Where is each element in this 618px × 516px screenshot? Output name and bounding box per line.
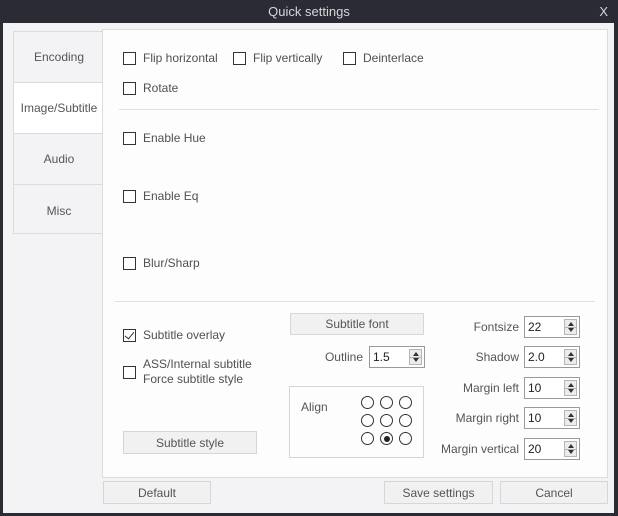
checkbox-box: [123, 257, 136, 270]
checkbox-label: ASS/Internal subtitle Force subtitle sty…: [143, 357, 252, 387]
shadow-label: Shadow: [475, 350, 519, 364]
subtitle-overlay-checkbox[interactable]: Subtitle overlay: [123, 328, 225, 343]
enable-hue-checkbox[interactable]: Enable Hue: [123, 131, 206, 146]
arrow-up-icon[interactable]: [568, 383, 574, 387]
checkbox-label: Flip horizontal: [143, 51, 218, 65]
spinbox-value: 10: [528, 411, 542, 425]
spin-arrows[interactable]: [564, 380, 577, 396]
arrow-down-icon[interactable]: [568, 389, 574, 393]
spin-arrows[interactable]: [564, 319, 577, 335]
align-radio[interactable]: [361, 414, 374, 427]
spinbox-value: 10: [528, 381, 542, 395]
spin-arrows[interactable]: [564, 410, 577, 426]
checkbox-label: Subtitle overlay: [143, 328, 226, 342]
arrow-down-icon[interactable]: [413, 358, 419, 362]
checkbox-box: [343, 52, 356, 65]
checkbox-box: [123, 132, 136, 145]
deinterlace-checkbox[interactable]: Deinterlace: [343, 51, 424, 66]
enable-eq-checkbox[interactable]: Enable Eq: [123, 189, 198, 204]
align-radio[interactable]: [380, 396, 393, 409]
arrow-down-icon[interactable]: [568, 450, 574, 454]
checkbox-box: [233, 52, 246, 65]
divider: [115, 301, 595, 302]
align-radio[interactable]: [361, 432, 374, 445]
arrow-down-icon[interactable]: [568, 419, 574, 423]
rotate-checkbox[interactable]: Rotate: [123, 81, 178, 96]
checkbox-box: [123, 82, 136, 95]
divider: [119, 109, 599, 110]
shadow-spinbox[interactable]: 2.0: [524, 346, 580, 368]
checkbox-label: Enable Hue: [143, 131, 206, 145]
checkbox-label: Flip vertically: [253, 51, 323, 65]
align-radio[interactable]: [361, 396, 374, 409]
arrow-up-icon[interactable]: [568, 352, 574, 356]
align-radio[interactable]: [399, 396, 412, 409]
align-radio[interactable]: [399, 414, 412, 427]
tab-audio[interactable]: Audio: [14, 134, 104, 185]
margin-vertical-label: Margin vertical: [440, 442, 519, 456]
flip-horizontal-checkbox[interactable]: Flip horizontal: [123, 51, 218, 66]
spinbox-value: 22: [528, 320, 542, 334]
arrow-up-icon[interactable]: [568, 444, 574, 448]
arrow-up-icon[interactable]: [413, 352, 419, 356]
spinbox-value: 1.5: [373, 350, 390, 364]
blur-sharp-checkbox[interactable]: Blur/Sharp: [123, 256, 200, 271]
tab-misc[interactable]: Misc: [14, 185, 104, 236]
spin-arrows[interactable]: [564, 349, 577, 365]
arrow-down-icon[interactable]: [568, 328, 574, 332]
checkbox-label: Deinterlace: [363, 51, 424, 65]
flip-vertically-checkbox[interactable]: Flip vertically: [233, 51, 322, 66]
label-line-1: ASS/Internal subtitle: [143, 357, 252, 371]
label-line-2: Force subtitle style: [143, 372, 244, 386]
checkbox-label: Blur/Sharp: [143, 256, 200, 270]
subtitle-font-button[interactable]: Subtitle font: [290, 313, 424, 335]
subtitle-style-button[interactable]: Subtitle style: [123, 431, 257, 454]
checkbox-box: [123, 366, 136, 379]
spinbox-value: 2.0: [528, 350, 545, 364]
checkbox-box: [123, 190, 136, 203]
cancel-button[interactable]: Cancel: [500, 481, 608, 504]
image-subtitle-panel: Flip horizontal Flip vertically Deinterl…: [102, 29, 608, 478]
margin-left-label: Margin left: [462, 381, 519, 395]
save-settings-button[interactable]: Save settings: [384, 481, 493, 504]
arrow-down-icon[interactable]: [568, 358, 574, 362]
align-radio[interactable]: [380, 432, 393, 445]
default-button[interactable]: Default: [103, 481, 211, 504]
margin-right-label: Margin right: [455, 411, 519, 425]
spin-arrows[interactable]: [564, 441, 577, 457]
spinbox-value: 20: [528, 442, 542, 456]
arrow-up-icon[interactable]: [568, 322, 574, 326]
checkbox-label: Rotate: [143, 81, 179, 95]
window-title: Quick settings: [268, 4, 350, 19]
checkbox-box: [123, 329, 136, 342]
fontsize-label: Fontsize: [473, 320, 519, 334]
tab-encoding[interactable]: Encoding: [14, 32, 104, 83]
tab-image-subtitle[interactable]: Image/Subtitle: [14, 83, 104, 134]
align-radio[interactable]: [380, 414, 393, 427]
fontsize-spinbox[interactable]: 22: [524, 316, 580, 338]
spin-arrows[interactable]: [409, 349, 422, 365]
force-subtitle-style-checkbox[interactable]: ASS/Internal subtitle Force subtitle sty…: [123, 357, 252, 387]
align-label: Align: [301, 400, 328, 414]
checkbox-label: Enable Eq: [143, 189, 199, 203]
margin-vertical-spinbox[interactable]: 20: [524, 438, 580, 460]
margin-left-spinbox[interactable]: 10: [524, 377, 580, 399]
close-button[interactable]: X: [599, 4, 608, 19]
arrow-up-icon[interactable]: [568, 413, 574, 417]
margin-right-spinbox[interactable]: 10: [524, 407, 580, 429]
checkbox-box: [123, 52, 136, 65]
title-bar: Quick settings X: [0, 0, 618, 23]
outline-label: Outline: [324, 350, 363, 364]
dialog-body: Encoding Image/Subtitle Audio Misc Flip …: [3, 23, 614, 513]
outline-spinbox[interactable]: 1.5: [369, 346, 425, 368]
tab-list: Encoding Image/Subtitle Audio Misc: [13, 31, 105, 234]
